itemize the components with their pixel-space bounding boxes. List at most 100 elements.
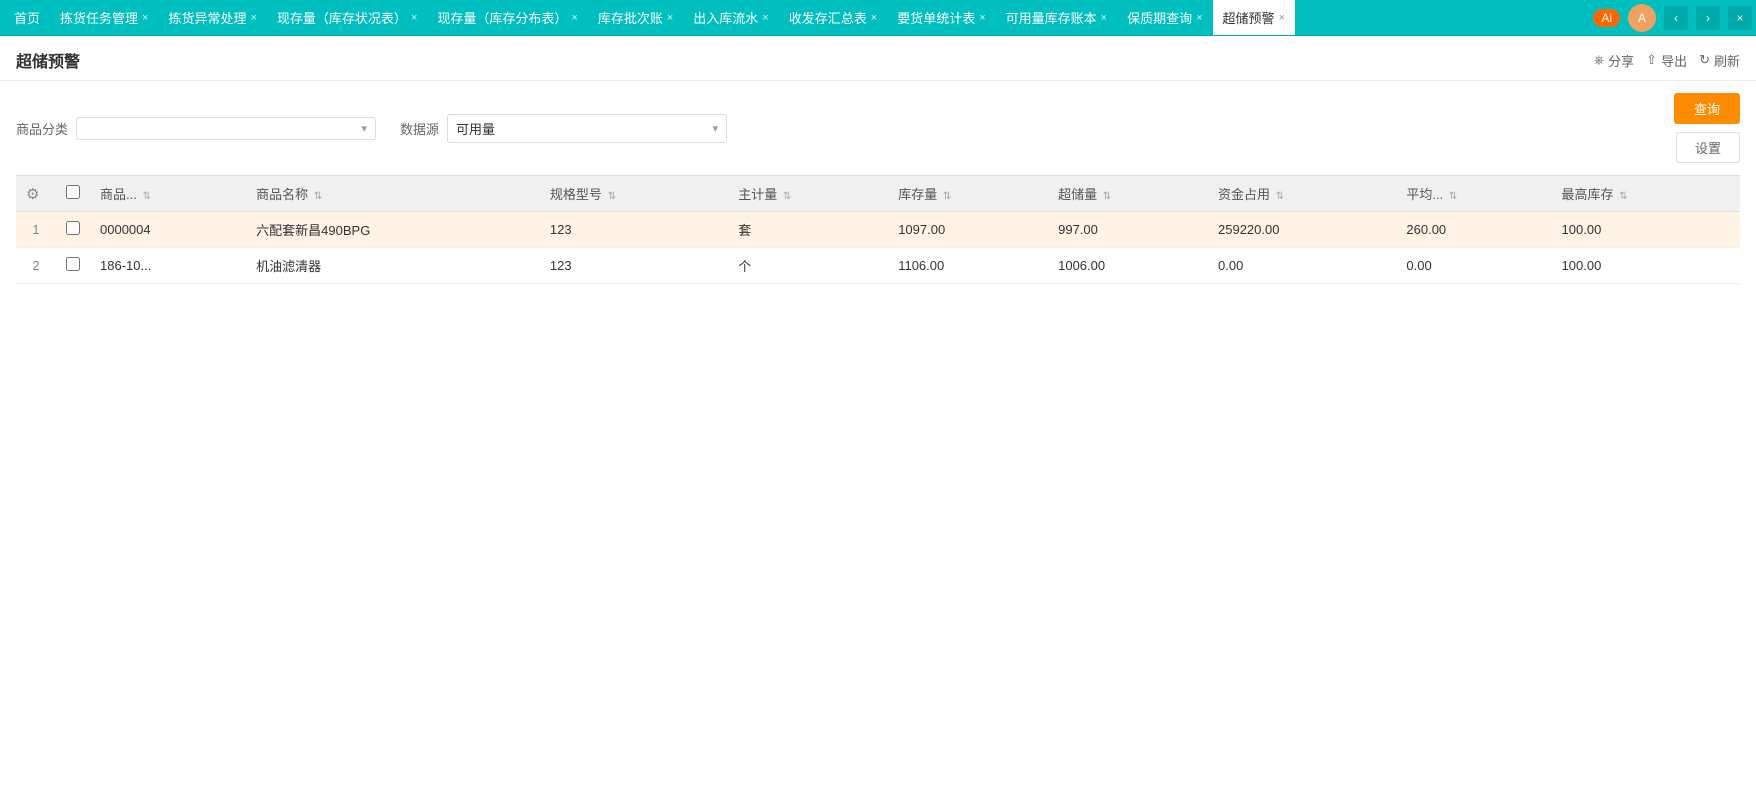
- tab-summary[interactable]: 收发存汇总表 ×: [779, 0, 887, 36]
- gear-icon[interactable]: ⚙: [26, 186, 39, 203]
- col-capital[interactable]: 资金占用 ⇅: [1208, 176, 1396, 212]
- table-row: 1 0000004 六配套新昌490BPG 123 套 1097.00 997.…: [16, 212, 1740, 248]
- tab-available[interactable]: 可用量库存账本 ×: [996, 0, 1117, 36]
- row-num-0: 1: [16, 212, 56, 248]
- col-product-name[interactable]: 商品名称 ⇅: [246, 176, 540, 212]
- filter-buttons: 查询 设置: [1674, 93, 1740, 163]
- col-overstock[interactable]: 超储量 ⇅: [1048, 176, 1208, 212]
- category-label: 商品分类: [16, 119, 68, 138]
- row-checkbox-0[interactable]: [56, 212, 90, 248]
- sort-stock-icon: ⇅: [943, 191, 951, 202]
- row-overstock-1: 1006.00: [1048, 248, 1208, 284]
- tab-quality[interactable]: 保质期查询 ×: [1117, 0, 1212, 36]
- data-table: ⚙ 商品... ⇅ 商品名称 ⇅ 规格型号 ⇅: [16, 175, 1740, 284]
- sort-spec-icon: ⇅: [608, 191, 616, 202]
- datasource-arrow-icon: ▾: [713, 122, 719, 135]
- filter-area: 商品分类 ▾ 数据源 可用量 ▾ 查询 设置: [0, 81, 1756, 175]
- close-tab-flow[interactable]: ×: [762, 12, 768, 24]
- row-max-stock-0: 100.00: [1552, 212, 1740, 248]
- close-tab-task-mgmt[interactable]: ×: [142, 12, 148, 24]
- page-header: 超储预警 ⎈ 分享 ⇧ 导出 ↻ 刷新: [0, 36, 1756, 81]
- col-spec[interactable]: 规格型号 ⇅: [540, 176, 728, 212]
- tab-home[interactable]: 首页: [4, 0, 50, 36]
- settings-button[interactable]: 设置: [1676, 132, 1740, 163]
- select-all-checkbox[interactable]: [66, 185, 80, 199]
- user-avatar[interactable]: A: [1628, 4, 1656, 32]
- row-spec-1: 123: [540, 248, 728, 284]
- tab-flow[interactable]: 出入库流水 ×: [683, 0, 778, 36]
- page-title: 超储预警: [16, 48, 80, 72]
- row-product-name-0: 六配套新昌490BPG: [246, 212, 540, 248]
- col-max-stock[interactable]: 最高库存 ⇅: [1552, 176, 1740, 212]
- row-avg-1: 0.00: [1396, 248, 1551, 284]
- tab-stock-dist[interactable]: 现存量（库存分布表） ×: [427, 0, 587, 36]
- sort-overstock-icon: ⇅: [1103, 191, 1111, 202]
- category-select[interactable]: ▾: [76, 117, 376, 140]
- ai-badge[interactable]: Ai: [1593, 9, 1620, 27]
- sort-product-code-icon: ⇅: [142, 191, 150, 202]
- datasource-filter: 数据源 可用量 ▾: [400, 114, 727, 143]
- close-tab-stock-dist[interactable]: ×: [571, 12, 577, 24]
- close-tab-quality[interactable]: ×: [1196, 12, 1202, 24]
- row-max-stock-1: 100.00: [1552, 248, 1740, 284]
- col-avg[interactable]: 平均... ⇅: [1396, 176, 1551, 212]
- row-num-1: 2: [16, 248, 56, 284]
- header-actions: ⎈ 分享 ⇧ 导出 ↻ 刷新: [1594, 51, 1740, 70]
- table-row: 2 186-10... 机油滤清器 123 个 1106.00 1006.00 …: [16, 248, 1740, 284]
- close-tab-overstock[interactable]: ×: [1279, 12, 1285, 24]
- category-filter: 商品分类 ▾: [16, 117, 376, 140]
- col-product-code[interactable]: 商品... ⇅: [90, 176, 246, 212]
- datasource-select[interactable]: 可用量 ▾: [447, 114, 727, 143]
- row-checkbox-1[interactable]: [56, 248, 90, 284]
- row-unit-1: 个: [728, 248, 888, 284]
- nav-prev-btn[interactable]: ‹: [1664, 6, 1688, 30]
- row-product-code-0: 0000004: [90, 212, 246, 248]
- close-tab-available[interactable]: ×: [1101, 12, 1107, 24]
- row-overstock-0: 997.00: [1048, 212, 1208, 248]
- tab-demand[interactable]: 要货单统计表 ×: [887, 0, 995, 36]
- sort-max-stock-icon: ⇅: [1619, 191, 1627, 202]
- topbar: 首页 拣货任务管理 × 拣货异常处理 × 现存量（库存状况表） × 现存量（库存…: [0, 0, 1756, 36]
- row-product-code-1: 186-10...: [90, 248, 246, 284]
- table-wrapper: ⚙ 商品... ⇅ 商品名称 ⇅ 规格型号 ⇅: [0, 175, 1756, 284]
- query-button[interactable]: 查询: [1674, 93, 1740, 124]
- refresh-action[interactable]: ↻ 刷新: [1699, 51, 1740, 70]
- sort-avg-icon: ⇅: [1449, 191, 1457, 202]
- row-stock-0: 1097.00: [888, 212, 1048, 248]
- datasource-label: 数据源: [400, 119, 439, 138]
- refresh-icon: ↻: [1699, 52, 1710, 68]
- tab-exception[interactable]: 拣货异常处理 ×: [158, 0, 266, 36]
- row-capital-0: 259220.00: [1208, 212, 1396, 248]
- close-tab-stock-status[interactable]: ×: [411, 12, 417, 24]
- row-spec-0: 123: [540, 212, 728, 248]
- topbar-right: Ai A ‹ › ×: [1593, 4, 1752, 32]
- col-stock[interactable]: 库存量 ⇅: [888, 176, 1048, 212]
- close-tab-exception[interactable]: ×: [250, 12, 256, 24]
- close-tab-summary[interactable]: ×: [871, 12, 877, 24]
- table-body: 1 0000004 六配套新昌490BPG 123 套 1097.00 997.…: [16, 212, 1740, 284]
- row-capital-1: 0.00: [1208, 248, 1396, 284]
- close-tab-batch[interactable]: ×: [667, 12, 673, 24]
- main-content: 超储预警 ⎈ 分享 ⇧ 导出 ↻ 刷新 商品分类 ▾ 数据源: [0, 36, 1756, 800]
- datasource-value: 可用量: [456, 119, 495, 138]
- export-icon: ⇧: [1646, 52, 1657, 68]
- col-checkbox: [56, 176, 90, 212]
- row-select-0[interactable]: [66, 221, 80, 235]
- sort-unit-icon: ⇅: [783, 191, 791, 202]
- row-unit-0: 套: [728, 212, 888, 248]
- tab-overstock[interactable]: 超储预警 ×: [1213, 0, 1295, 36]
- nav-close-btn[interactable]: ×: [1728, 6, 1752, 30]
- tab-stock-status[interactable]: 现存量（库存状况表） ×: [267, 0, 427, 36]
- tab-task-mgmt[interactable]: 拣货任务管理 ×: [50, 0, 158, 36]
- tab-batch[interactable]: 库存批次账 ×: [588, 0, 683, 36]
- close-tab-demand[interactable]: ×: [979, 12, 985, 24]
- share-action[interactable]: ⎈ 分享: [1594, 51, 1634, 70]
- row-product-name-1: 机油滤清器: [246, 248, 540, 284]
- col-unit[interactable]: 主计量 ⇅: [728, 176, 888, 212]
- export-action[interactable]: ⇧ 导出: [1646, 51, 1687, 70]
- share-icon: ⎈: [1594, 52, 1604, 68]
- sort-product-name-icon: ⇅: [314, 191, 322, 202]
- nav-next-btn[interactable]: ›: [1696, 6, 1720, 30]
- col-settings[interactable]: ⚙: [16, 176, 56, 212]
- row-select-1[interactable]: [66, 257, 80, 271]
